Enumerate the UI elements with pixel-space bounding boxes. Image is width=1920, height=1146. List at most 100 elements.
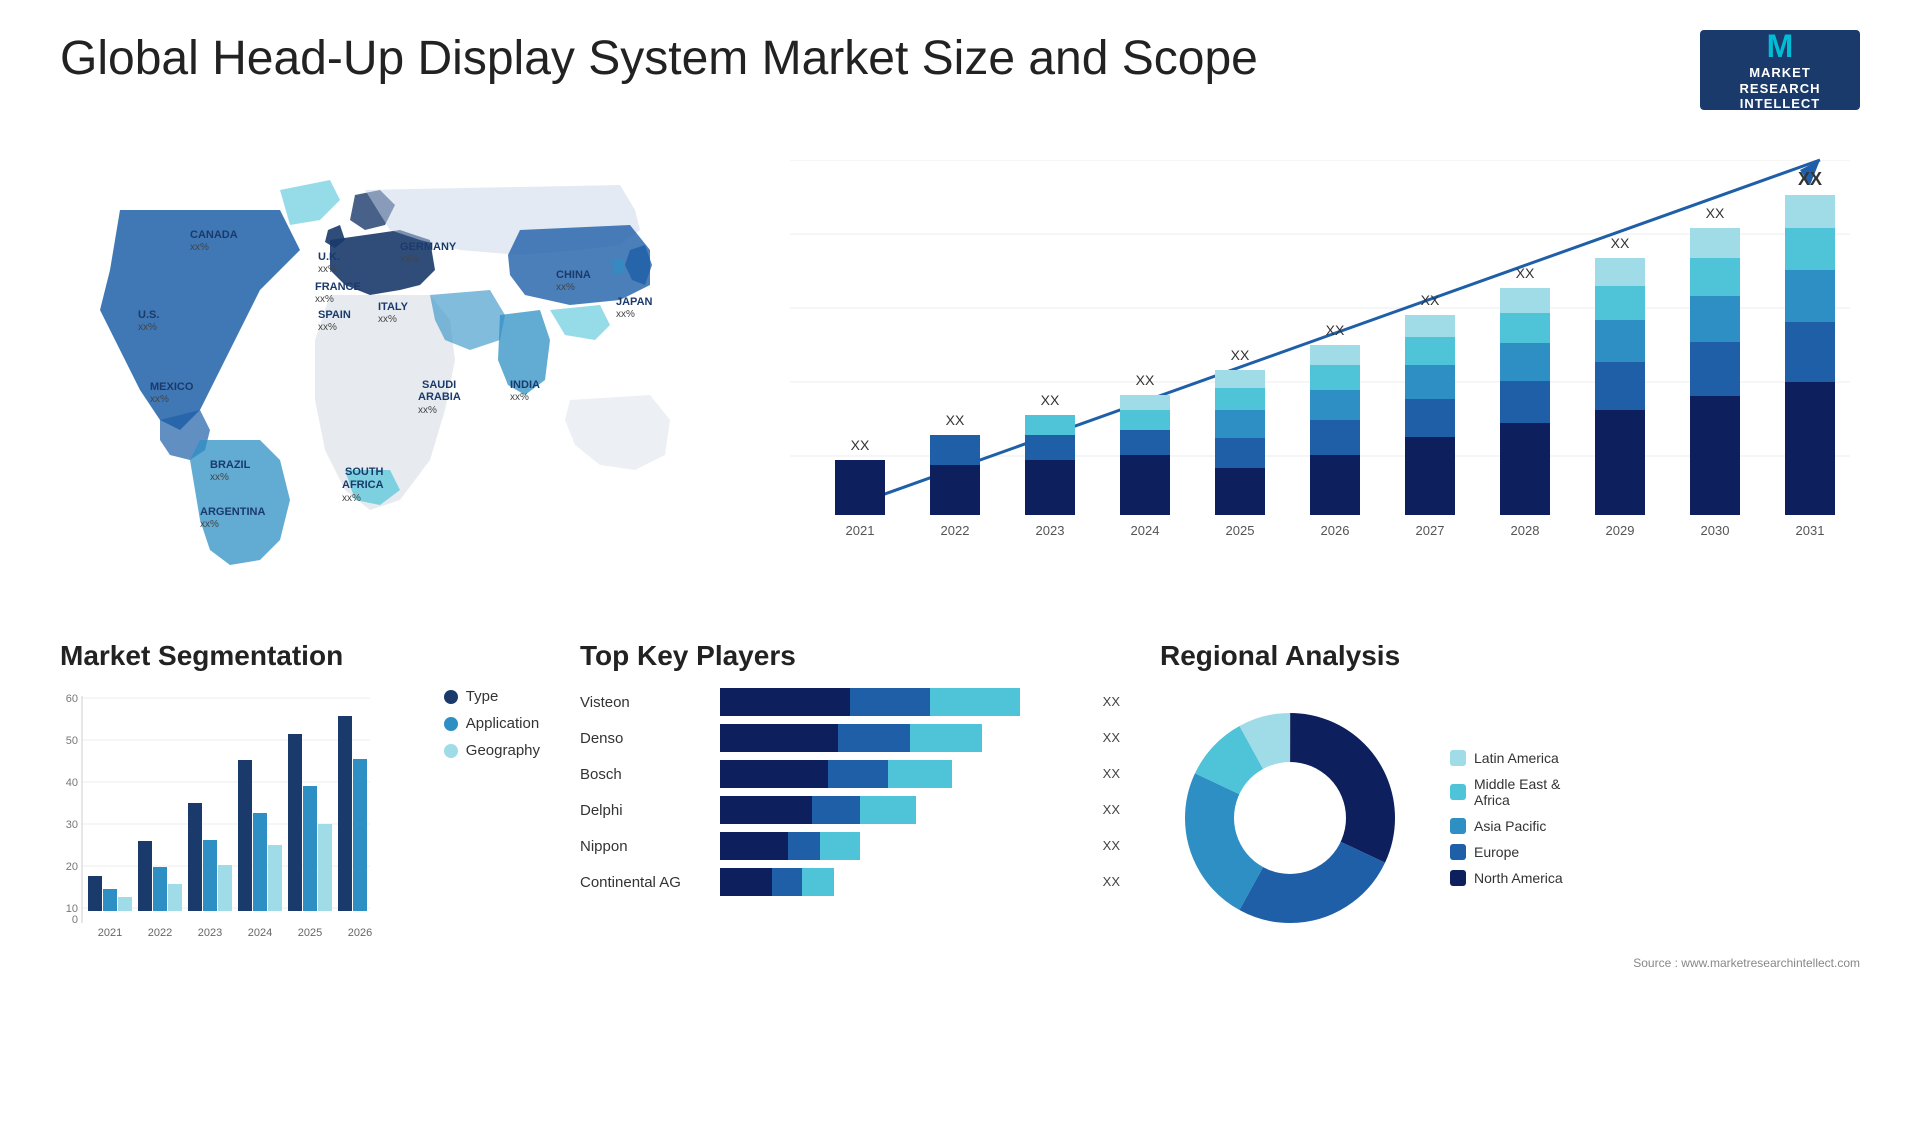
bar-seg1: [720, 832, 788, 860]
logo-box: M MARKET RESEARCH INTELLECT: [1700, 30, 1860, 110]
svg-text:xx%: xx%: [210, 472, 229, 483]
svg-text:60: 60: [66, 693, 78, 705]
bar-seg2: [838, 724, 910, 752]
svg-text:ARABIA: ARABIA: [418, 391, 461, 403]
seg-chart-row: 60 50 40 30 20 10 0: [60, 688, 540, 948]
bar-seg3: [910, 724, 982, 752]
spain-label: SPAIN: [318, 309, 351, 321]
player-name-continental: Continental AG: [580, 874, 710, 891]
bar-seg3: [860, 796, 916, 824]
player-row-bosch: Bosch XX: [580, 760, 1120, 788]
svg-text:xx%: xx%: [318, 264, 337, 275]
svg-text:xx%: xx%: [138, 322, 157, 333]
players-list: Visteon XX Denso: [580, 688, 1120, 896]
map-wrapper: CANADA xx% U.S. xx% MEXICO xx% BRAZIL xx…: [60, 130, 740, 570]
region-label-apac: Asia Pacific: [1474, 818, 1546, 834]
bar-seg3: [802, 868, 834, 896]
players-section: Top Key Players Visteon XX: [580, 640, 1120, 970]
germany-label: GERMANY: [400, 241, 457, 253]
player-bar-visteon: [720, 688, 1087, 716]
page-container: Global Head-Up Display System Market Siz…: [0, 0, 1920, 1146]
svg-text:xx%: xx%: [400, 254, 419, 265]
player-row-visteon: Visteon XX: [580, 688, 1120, 716]
region-label-mea: Middle East &Africa: [1474, 776, 1560, 808]
region-label-latam: Latin America: [1474, 750, 1559, 766]
svg-text:xx%: xx%: [150, 394, 169, 405]
region-item-apac: Asia Pacific: [1450, 818, 1563, 834]
region-color-europe: [1450, 844, 1466, 860]
legend-label-geography: Geography: [466, 742, 540, 759]
svg-text:2024: 2024: [248, 927, 272, 939]
canada-label: CANADA: [190, 229, 238, 241]
source-text: Source : www.marketresearchintellect.com: [1160, 956, 1860, 970]
player-row-continental: Continental AG XX: [580, 868, 1120, 896]
player-bar-bosch: [720, 760, 1087, 788]
mexico-label: MEXICO: [150, 381, 194, 393]
player-xx-nippon: XX: [1103, 832, 1120, 860]
bar-seg1: [720, 796, 812, 824]
donut-chart: [1160, 688, 1420, 948]
bar-seg1: [720, 868, 772, 896]
logo: M MARKET RESEARCH INTELLECT: [1700, 30, 1860, 110]
svg-text:2021: 2021: [98, 927, 122, 939]
svg-text:40: 40: [66, 777, 78, 789]
svg-text:xx%: xx%: [616, 309, 635, 320]
segmentation-title: Market Segmentation: [60, 640, 540, 672]
growth-outer: XX 2021 XX 2022 XX 2023: [780, 130, 1860, 570]
safrica-label: SOUTH: [345, 466, 384, 478]
segmentation-section: Market Segmentation 60 50 40 30 20 10 0: [60, 640, 540, 970]
legend-dot-geography: [444, 744, 458, 758]
content-bottom: Market Segmentation 60 50 40 30 20 10 0: [60, 640, 1860, 970]
region-item-mea: Middle East &Africa: [1450, 776, 1563, 808]
svg-text:2026: 2026: [348, 927, 372, 939]
svg-text:2023: 2023: [198, 927, 222, 939]
svg-text:2022: 2022: [148, 927, 172, 939]
bar-seg2: [828, 760, 888, 788]
players-title: Top Key Players: [580, 640, 1120, 672]
bar-seg2: [788, 832, 820, 860]
seg-legend: Type Application Geography: [444, 688, 540, 948]
player-bar-delphi: [720, 796, 1087, 824]
svg-text:AFRICA: AFRICA: [342, 479, 384, 491]
seg-bar-chart: 60 50 40 30 20 10 0: [60, 688, 424, 948]
svg-text:0: 0: [72, 914, 78, 926]
svg-text:xx%: xx%: [510, 392, 529, 403]
region-color-noram: [1450, 870, 1466, 886]
region-item-europe: Europe: [1450, 844, 1563, 860]
region-legend: Latin America Middle East &Africa Asia P…: [1450, 750, 1563, 886]
svg-text:xx%: xx%: [342, 493, 361, 504]
player-name-bosch: Bosch: [580, 766, 710, 783]
region-label-noram: North America: [1474, 870, 1563, 886]
france-label: FRANCE: [315, 281, 361, 293]
player-row-delphi: Delphi XX: [580, 796, 1120, 824]
player-row-nippon: Nippon XX: [580, 832, 1120, 860]
player-bar-nippon: [720, 832, 1087, 860]
seg-svg: 60 50 40 30 20 10 0: [60, 688, 380, 948]
page-title: Global Head-Up Display System Market Siz…: [60, 30, 1258, 88]
svg-text:xx%: xx%: [190, 242, 209, 253]
region-color-latam: [1450, 750, 1466, 766]
legend-application: Application: [444, 715, 540, 732]
bar-seg2: [772, 868, 802, 896]
svg-text:2025: 2025: [298, 927, 322, 939]
logo-line2: RESEARCH: [1740, 81, 1821, 97]
brazil-label: BRAZIL: [210, 459, 251, 471]
bar-seg1: [720, 688, 850, 716]
svg-text:xx%: xx%: [418, 405, 437, 416]
svg-text:50: 50: [66, 735, 78, 747]
map-section: CANADA xx% U.S. xx% MEXICO xx% BRAZIL xx…: [60, 130, 740, 610]
legend-label-type: Type: [466, 688, 499, 705]
player-bar-continental: [720, 868, 1087, 896]
saudi-label: SAUDI: [422, 379, 456, 391]
svg-text:xx%: xx%: [315, 294, 334, 305]
bar-seg2: [850, 688, 930, 716]
bar-seg1: [720, 724, 838, 752]
region-label-europe: Europe: [1474, 844, 1519, 860]
donut-svg: [1160, 688, 1420, 948]
logo-line1: MARKET: [1749, 65, 1811, 81]
player-xx-visteon: XX: [1103, 688, 1120, 716]
player-xx-bosch: XX: [1103, 760, 1120, 788]
region-item-noram: North America: [1450, 870, 1563, 886]
svg-text:xx%: xx%: [200, 519, 219, 530]
chart-section: XX 2021 XX 2022 XX 2023: [780, 130, 1860, 610]
